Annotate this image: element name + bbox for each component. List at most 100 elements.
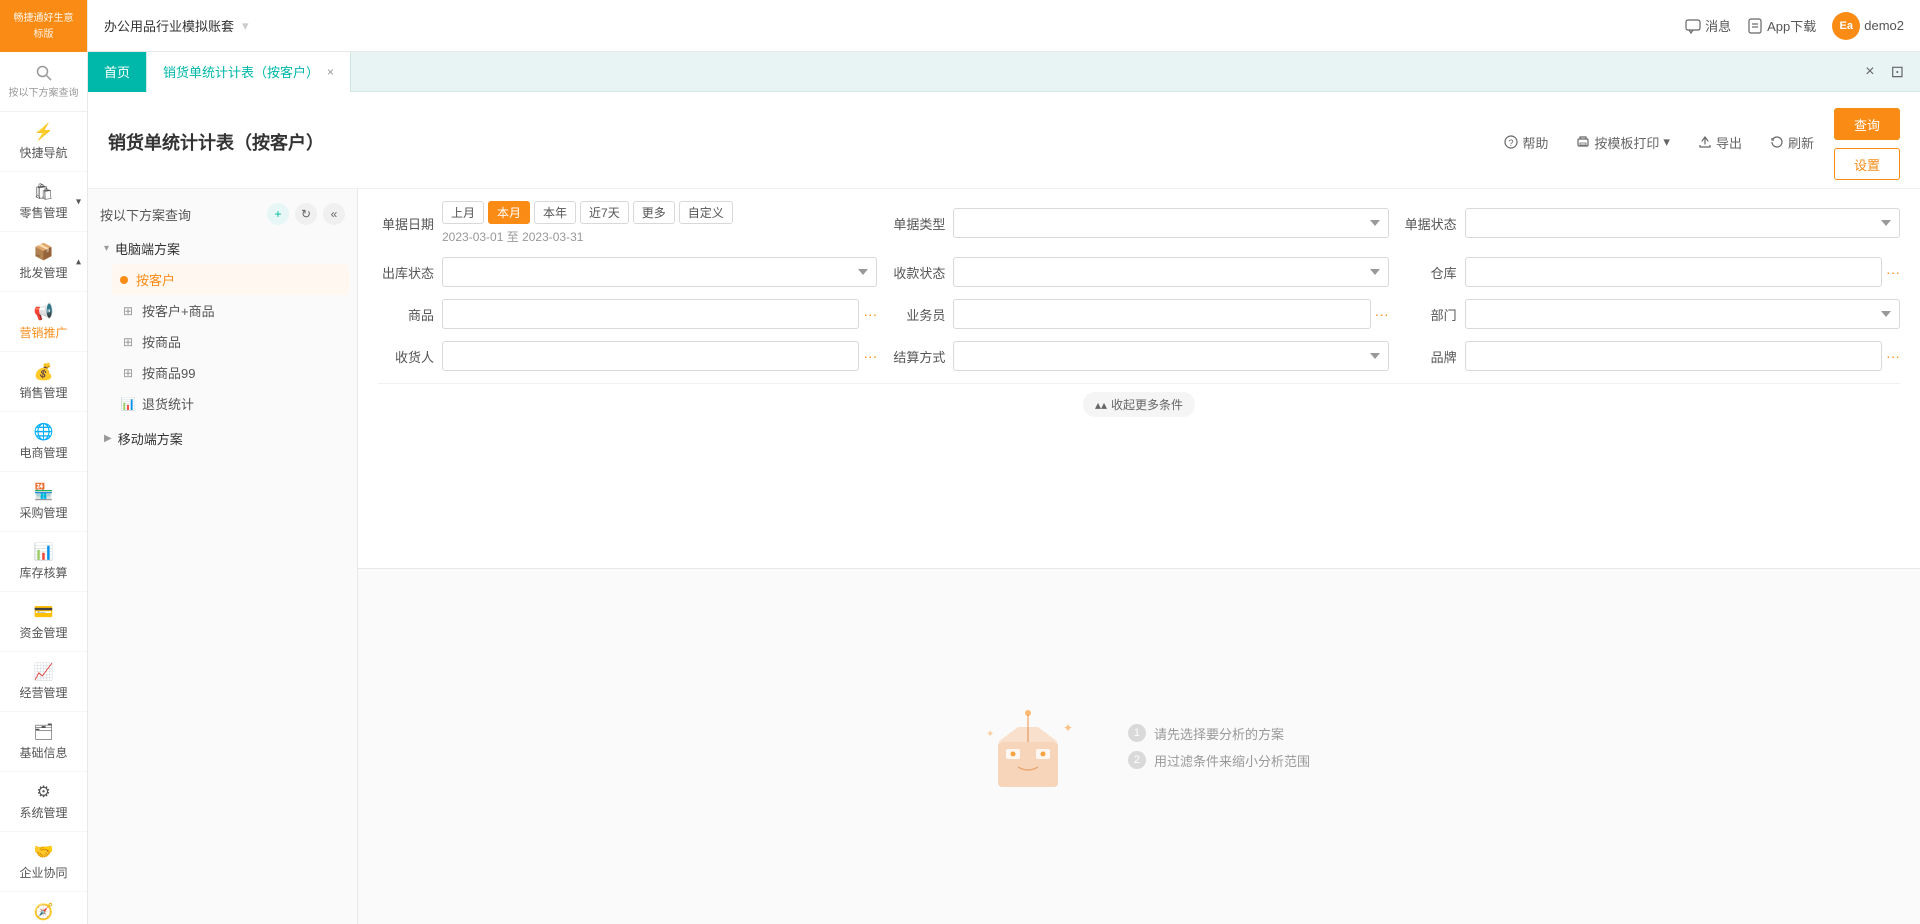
recipient-dots-button[interactable]: ··· xyxy=(863,348,877,364)
sidebar-item-finance[interactable]: 💳 资金管理 xyxy=(0,592,87,652)
page-header: 销货单统计计表（按客户） ? 帮助 按模板打印 ▾ 导出 刷新 xyxy=(88,92,1920,189)
sidebar-item-inventory[interactable]: 📊 库存核算 xyxy=(0,532,87,592)
salesperson-input[interactable] xyxy=(953,299,1370,329)
date-7days-btn[interactable]: 近7天 xyxy=(580,201,629,224)
sidebar-item-sales[interactable]: 💰 销售管理 xyxy=(0,352,87,412)
breadcrumb-dropdown-icon[interactable]: ▾ xyxy=(242,18,249,34)
sidebar-item-label: 销售管理 xyxy=(19,384,67,401)
svg-text:✦: ✦ xyxy=(1063,721,1073,735)
sidebar-item-quick-nav[interactable]: ⚡ 快捷导航 xyxy=(0,112,87,172)
sidebar-item-marketing[interactable]: 📢 营销推广 xyxy=(0,292,87,352)
retail-icon: 🛍 xyxy=(33,182,53,202)
date-more-btn[interactable]: 更多 xyxy=(633,201,675,224)
refresh-button[interactable]: 刷新 xyxy=(1762,129,1822,156)
refresh-scheme-button[interactable]: ↻ xyxy=(295,203,317,225)
tab-close-button[interactable]: × xyxy=(327,65,334,79)
scheme-return-stats[interactable]: 📊 退货统计 xyxy=(112,388,349,419)
action-buttons: 查询 设置 xyxy=(1834,104,1900,180)
sidebar-item-business[interactable]: 📈 经营管理 xyxy=(0,652,87,712)
group-arrow-icon: ▾ xyxy=(104,243,109,254)
date-custom-btn[interactable]: 自定义 xyxy=(679,201,733,224)
date-this-month-btn[interactable]: 本月 xyxy=(488,201,530,224)
mobile-schemes-header[interactable]: ▶ 移动端方案 xyxy=(96,423,349,454)
settlement-control xyxy=(953,341,1388,371)
desktop-schemes-header[interactable]: ▾ 电脑端方案 xyxy=(96,233,349,264)
sidebar-item-retail[interactable]: 🛍 零售管理 ▾ xyxy=(0,172,87,232)
payment-status-select[interactable] xyxy=(953,257,1388,287)
filter-sidebar-header: 按以下方案查询 + ↻ « xyxy=(88,199,357,233)
print-button[interactable]: 按模板打印 ▾ xyxy=(1568,129,1678,156)
mobile-schemes-label: 移动端方案 xyxy=(118,429,183,448)
sidebar-item-purchase[interactable]: 🏪 采购管理 xyxy=(0,472,87,532)
department-select[interactable] xyxy=(1465,299,1900,329)
settlement-field: 结算方式 xyxy=(889,341,1388,371)
tip-number-1: 1 xyxy=(1128,724,1146,742)
sidebar-item-newuser[interactable]: 🧭 新手引导 xyxy=(0,892,87,924)
sidebar-item-label: 电商管理 xyxy=(19,444,67,461)
header-left: 办公用品行业模拟账套 ▾ xyxy=(104,16,249,35)
product-dots-button[interactable]: ··· xyxy=(863,306,877,322)
message-button[interactable]: 消息 xyxy=(1685,16,1731,35)
filter-row-4: 收货人 ··· 结算方式 xyxy=(378,341,1900,371)
scheme-label: 退货统计 xyxy=(142,394,194,413)
sidebar-item-enterprise[interactable]: 🤝 企业协同 xyxy=(0,832,87,892)
date-field: 单据日期 上月 本月 本年 近7天 更多 自定义 20 xyxy=(378,201,877,245)
salesperson-dots-button[interactable]: ··· xyxy=(1375,306,1389,322)
department-field: 部门 xyxy=(1401,299,1900,329)
sidebar-item-system[interactable]: ⚙ 系统管理 xyxy=(0,772,87,832)
warehouse-input[interactable] xyxy=(1465,257,1882,287)
ecommerce-icon: 🌐 xyxy=(34,422,54,442)
date-last-month-btn[interactable]: 上月 xyxy=(442,201,484,224)
recipient-input[interactable] xyxy=(442,341,859,371)
order-status-control xyxy=(1465,208,1900,238)
scheme-by-customer[interactable]: 按客户 xyxy=(112,264,349,295)
tab-home[interactable]: 首页 xyxy=(88,52,147,92)
brand-dots-button[interactable]: ··· xyxy=(1886,348,1900,364)
date-this-year-btn[interactable]: 本年 xyxy=(534,201,576,224)
add-scheme-button[interactable]: + xyxy=(267,203,289,225)
app-download-label: App下载 xyxy=(1767,16,1816,35)
tip-text-2: 用过滤条件来缩小分析范围 xyxy=(1154,751,1310,770)
product-field: 商品 ··· xyxy=(378,299,877,329)
sidebar-nav: ⚡ 快捷导航 🛍 零售管理 ▾ 📦 批发管理 ▴ 📢 营销推广 💰 销售管理 🌐… xyxy=(0,112,87,924)
date-control: 上月 本月 本年 近7天 更多 自定义 2023-03-01 至 2023-03… xyxy=(442,201,877,245)
top-header: 办公用品行业模拟账套 ▾ 消息 App下载 Ea demo2 xyxy=(88,0,1920,52)
avatar: Ea xyxy=(1832,12,1860,40)
tab-maximize-button[interactable]: ⊡ xyxy=(1887,58,1908,86)
user-profile[interactable]: Ea demo2 xyxy=(1832,12,1904,40)
stock-out-select[interactable] xyxy=(442,257,877,287)
app-download-button[interactable]: App下载 xyxy=(1747,16,1816,35)
filter-form-area: 单据日期 上月 本月 本年 近7天 更多 自定义 20 xyxy=(358,189,1920,924)
tab-sales-stats[interactable]: 销货单统计计表（按客户） × xyxy=(147,52,351,92)
export-button[interactable]: 导出 xyxy=(1690,129,1750,156)
scheme-by-product[interactable]: ⊞ 按商品 xyxy=(112,326,349,357)
order-status-select[interactable] xyxy=(1465,208,1900,238)
brand-input[interactable] xyxy=(1465,341,1882,371)
query-button[interactable]: 查询 xyxy=(1834,108,1900,140)
system-icon: ⚙ xyxy=(36,782,50,802)
collapse-sidebar-button[interactable]: « xyxy=(323,203,345,225)
product-control: ··· xyxy=(442,299,877,329)
sidebar-item-basic[interactable]: 🗂 基础信息 xyxy=(0,712,87,772)
sidebar-item-wholesale[interactable]: 📦 批发管理 ▴ xyxy=(0,232,87,292)
content-area: 销货单统计计表（按客户） ? 帮助 按模板打印 ▾ 导出 刷新 xyxy=(88,92,1920,924)
sidebar: 畅捷通好生意 标版 按以下方案查询 ⚡ 快捷导航 🛍 零售管理 ▾ 📦 批发管理… xyxy=(0,0,88,924)
logo: 畅捷通好生意 标版 xyxy=(0,0,87,52)
scheme-by-customer-product[interactable]: ⊞ 按客户+商品 xyxy=(112,295,349,326)
empty-tips: 1 请先选择要分析的方案 2 用过滤条件来缩小分析范围 xyxy=(1128,724,1310,770)
settlement-select[interactable] xyxy=(953,341,1388,371)
warehouse-dots-button[interactable]: ··· xyxy=(1886,264,1900,280)
tab-minimize-button[interactable]: × xyxy=(1861,59,1878,85)
order-type-control xyxy=(953,208,1388,238)
order-type-select[interactable] xyxy=(953,208,1388,238)
stock-out-field: 出库状态 xyxy=(378,257,877,287)
sidebar-item-ecommerce[interactable]: 🌐 电商管理 xyxy=(0,412,87,472)
product-input[interactable] xyxy=(442,299,859,329)
business-icon: 📈 xyxy=(34,662,54,682)
empty-tip-2: 2 用过滤条件来缩小分析范围 xyxy=(1128,751,1310,770)
settings-button[interactable]: 设置 xyxy=(1834,148,1900,180)
help-button[interactable]: ? 帮助 xyxy=(1496,129,1556,156)
collapse-conditions-button[interactable]: ▴▴ 收起更多条件 xyxy=(1083,392,1195,417)
search-menu-button[interactable]: 按以下方案查询 xyxy=(6,60,81,103)
scheme-by-product-99[interactable]: ⊞ 按商品99 xyxy=(112,357,349,388)
